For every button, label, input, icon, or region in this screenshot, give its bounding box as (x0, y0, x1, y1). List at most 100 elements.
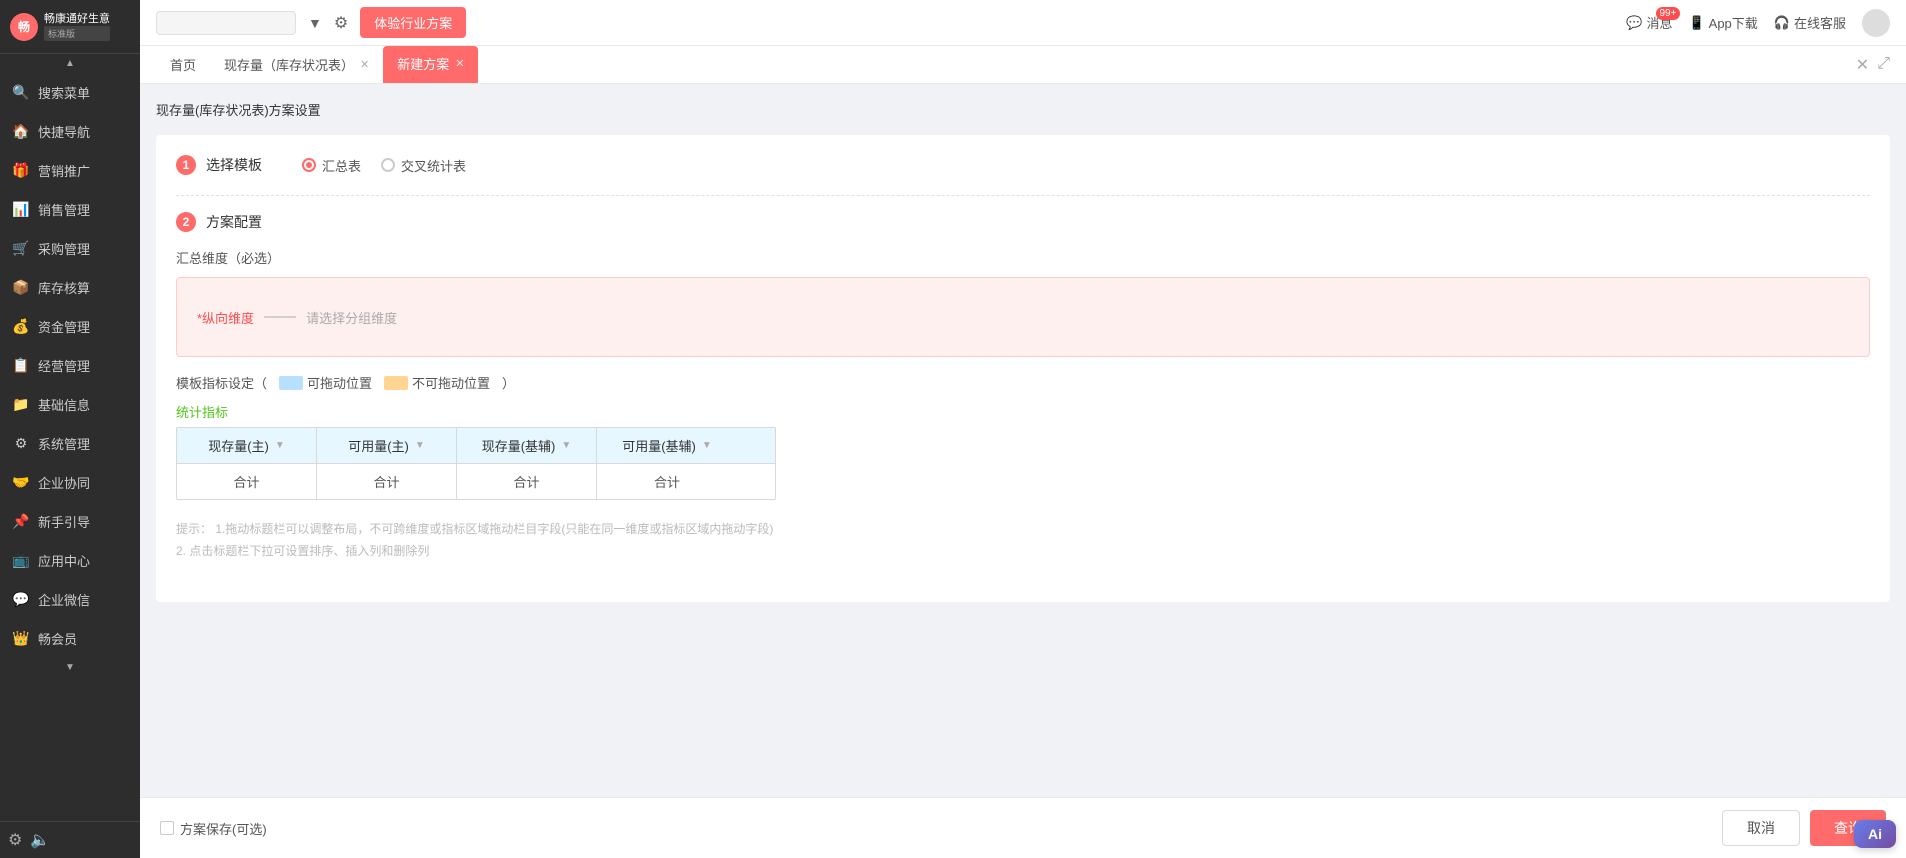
sidebar-scroll-up[interactable]: ▲ (0, 54, 140, 73)
section1-title: 选择模板 (206, 155, 262, 175)
tab-inventory-label: 现存量（库存状况表） (224, 55, 354, 74)
tab-inventory[interactable]: 现存量（库存状况表） ✕ (210, 47, 383, 82)
sidebar-item-purchase[interactable]: 🛒 采购管理 (0, 229, 140, 268)
col-header-1[interactable]: 可用量(主) ▼ (317, 428, 457, 463)
sidebar-item-newguide[interactable]: 📌 新手引导 (0, 502, 140, 541)
online-service-link[interactable]: 🎧 在线客服 (1774, 13, 1846, 32)
step2-badge: 2 (176, 212, 196, 232)
save-option: 方案保存(可选) (160, 819, 267, 838)
tab-close-all-icon[interactable]: ✕ (1856, 55, 1869, 75)
chart-icon: 📊 (12, 201, 30, 219)
col-header-3-chevron: ▼ (702, 440, 712, 451)
tip-2: 2. 点击标题栏下拉可设置排序、插入列和删除列 (176, 541, 1870, 563)
money-icon: 💰 (12, 318, 30, 336)
template-radio-group: 汇总表 交叉统计表 (302, 156, 466, 175)
radio-summary-label: 汇总表 (322, 156, 361, 175)
stats-table: 现存量(主) ▼ 可用量(主) ▼ 现存量(基辅) ▼ 可用量(基辅) (176, 427, 776, 500)
sidebar-item-member[interactable]: 👑 畅会员 (0, 619, 140, 658)
radio-circle-cross (381, 158, 395, 172)
col-header-3-label: 可用量(基辅) (622, 436, 696, 455)
draggable-label: 可拖动位置 (307, 373, 372, 392)
sidebar-item-inventory[interactable]: 📦 库存核算 (0, 268, 140, 307)
user-avatar[interactable] (1862, 9, 1890, 37)
sidebar-bottom: ⚙ 🔈 (0, 821, 140, 858)
sidebar-item-enterprise[interactable]: 🤝 企业协同 (0, 463, 140, 502)
save-label: 方案保存(可选) (180, 819, 267, 838)
topbar-dropdown-button[interactable]: ▼ (308, 15, 322, 31)
topbar-gear-icon[interactable]: ⚙ (334, 13, 348, 33)
col-cell-0-0: 合计 (177, 464, 317, 499)
sidebar-item-basic-info[interactable]: 📁 基础信息 (0, 385, 140, 424)
non-draggable-chip-box (384, 376, 408, 390)
col-header-1-chevron: ▼ (415, 440, 425, 451)
radio-cross-table[interactable]: 交叉统计表 (381, 156, 466, 175)
indicator-setting-label: 模板指标设定（ (176, 373, 267, 392)
sidebar-item-search[interactable]: 🔍 搜索菜单 (0, 73, 140, 112)
speaker-icon[interactable]: 🔈 (30, 830, 50, 850)
gear-icon: ⚙ (12, 435, 30, 453)
col-cell-0-1: 合计 (317, 464, 457, 499)
tab-new-plan-close-icon[interactable]: ✕ (455, 57, 464, 70)
sidebar-item-label: 销售管理 (38, 200, 90, 219)
messages-badge[interactable]: 💬 消息 99+ (1626, 13, 1672, 32)
col-header-2[interactable]: 现存量(基辅) ▼ (457, 428, 597, 463)
topbar-search-input[interactable] (156, 11, 296, 35)
sidebar-item-label: 营销推广 (38, 161, 90, 180)
tab-home[interactable]: 首页 (156, 47, 210, 82)
tab-new-plan-label: 新建方案 (397, 54, 449, 73)
ai-float-button[interactable]: Ai (1854, 820, 1896, 848)
sidebar-item-label: 快捷导航 (38, 122, 90, 141)
messages-count: 99+ (1656, 7, 1681, 20)
col-header-2-chevron: ▼ (561, 440, 571, 451)
home-icon: 🏠 (12, 123, 30, 141)
crown-icon: 👑 (12, 630, 30, 648)
tab-expand-icon[interactable]: ⤢ (1877, 55, 1890, 75)
tip-1: 提示： 1.拖动标题栏可以调整布局，不可跨维度或指标区域拖动栏目字段(只能在同一… (176, 519, 1870, 541)
sidebar-item-appcenter[interactable]: 📺 应用中心 (0, 541, 140, 580)
sidebar-item-label: 采购管理 (38, 239, 90, 258)
tips-area: 提示： 1.拖动标题栏可以调整布局，不可跨维度或指标区域拖动栏目字段(只能在同一… (176, 519, 1870, 562)
sidebar-scroll-down[interactable]: ▼ (0, 658, 140, 677)
phone-icon: 📱 (1688, 15, 1704, 31)
sidebar-item-system[interactable]: ⚙ 系统管理 (0, 424, 140, 463)
sidebar-item-sales[interactable]: 📊 销售管理 (0, 190, 140, 229)
industry-plan-button[interactable]: 体验行业方案 (360, 7, 466, 38)
col-header-2-label: 现存量(基辅) (482, 436, 556, 455)
page-content: 现存量(库存状况表)方案设置 1 选择模板 汇总表 交叉统计表 (140, 84, 1906, 797)
sidebar-item-label: 搜索菜单 (38, 83, 90, 102)
message-icon: 💬 (1626, 15, 1642, 31)
col-header-3[interactable]: 可用量(基辅) ▼ (597, 428, 737, 463)
section2-header: 2 方案配置 (176, 212, 1870, 232)
stats-label: 统计指标 (176, 402, 1870, 421)
col-header-1-label: 可用量(主) (348, 436, 409, 455)
sidebar-item-finance[interactable]: 💰 资金管理 (0, 307, 140, 346)
folder-icon: 📁 (12, 396, 30, 414)
dimension-drop-area[interactable]: *纵向维度 —— 请选择分组维度 (176, 277, 1870, 357)
sidebar-item-label: 基础信息 (38, 395, 90, 414)
box-icon: 📦 (12, 279, 30, 297)
sidebar-item-management[interactable]: 📋 经营管理 (0, 346, 140, 385)
stats-table-header: 现存量(主) ▼ 可用量(主) ▼ 现存量(基辅) ▼ 可用量(基辅) (177, 428, 775, 463)
dim-hint-text: 请选择分组维度 (306, 308, 397, 327)
sidebar-item-marketing[interactable]: 🎁 营销推广 (0, 151, 140, 190)
col-cell-0-3: 合计 (597, 464, 737, 499)
tabs-right-controls: ✕ ⤢ (1856, 55, 1890, 75)
sidebar-item-quicknav[interactable]: 🏠 快捷导航 (0, 112, 140, 151)
sidebar-item-wechat[interactable]: 💬 企业微信 (0, 580, 140, 619)
pin-icon: 📌 (12, 513, 30, 531)
app-download-link[interactable]: 📱 App下载 (1688, 13, 1757, 32)
cancel-button[interactable]: 取消 (1722, 810, 1800, 846)
radio-summary-table[interactable]: 汇总表 (302, 156, 361, 175)
stats-table-row-0: 合计 合计 合计 合计 (177, 463, 775, 499)
search-icon: 🔍 (12, 84, 30, 102)
tab-new-plan[interactable]: 新建方案 ✕ (383, 46, 478, 83)
save-checkbox[interactable] (160, 821, 174, 835)
online-service-label: 在线客服 (1794, 13, 1846, 32)
tab-bar: 首页 现存量（库存状况表） ✕ 新建方案 ✕ ✕ ⤢ (140, 46, 1906, 84)
radio-cross-label: 交叉统计表 (401, 156, 466, 175)
col-header-0[interactable]: 现存量(主) ▼ (177, 428, 317, 463)
step1-badge: 1 (176, 155, 196, 175)
draggable-chip: 可拖动位置 (279, 373, 372, 392)
settings-icon[interactable]: ⚙ (8, 830, 22, 850)
tab-inventory-close-icon[interactable]: ✕ (360, 58, 369, 71)
